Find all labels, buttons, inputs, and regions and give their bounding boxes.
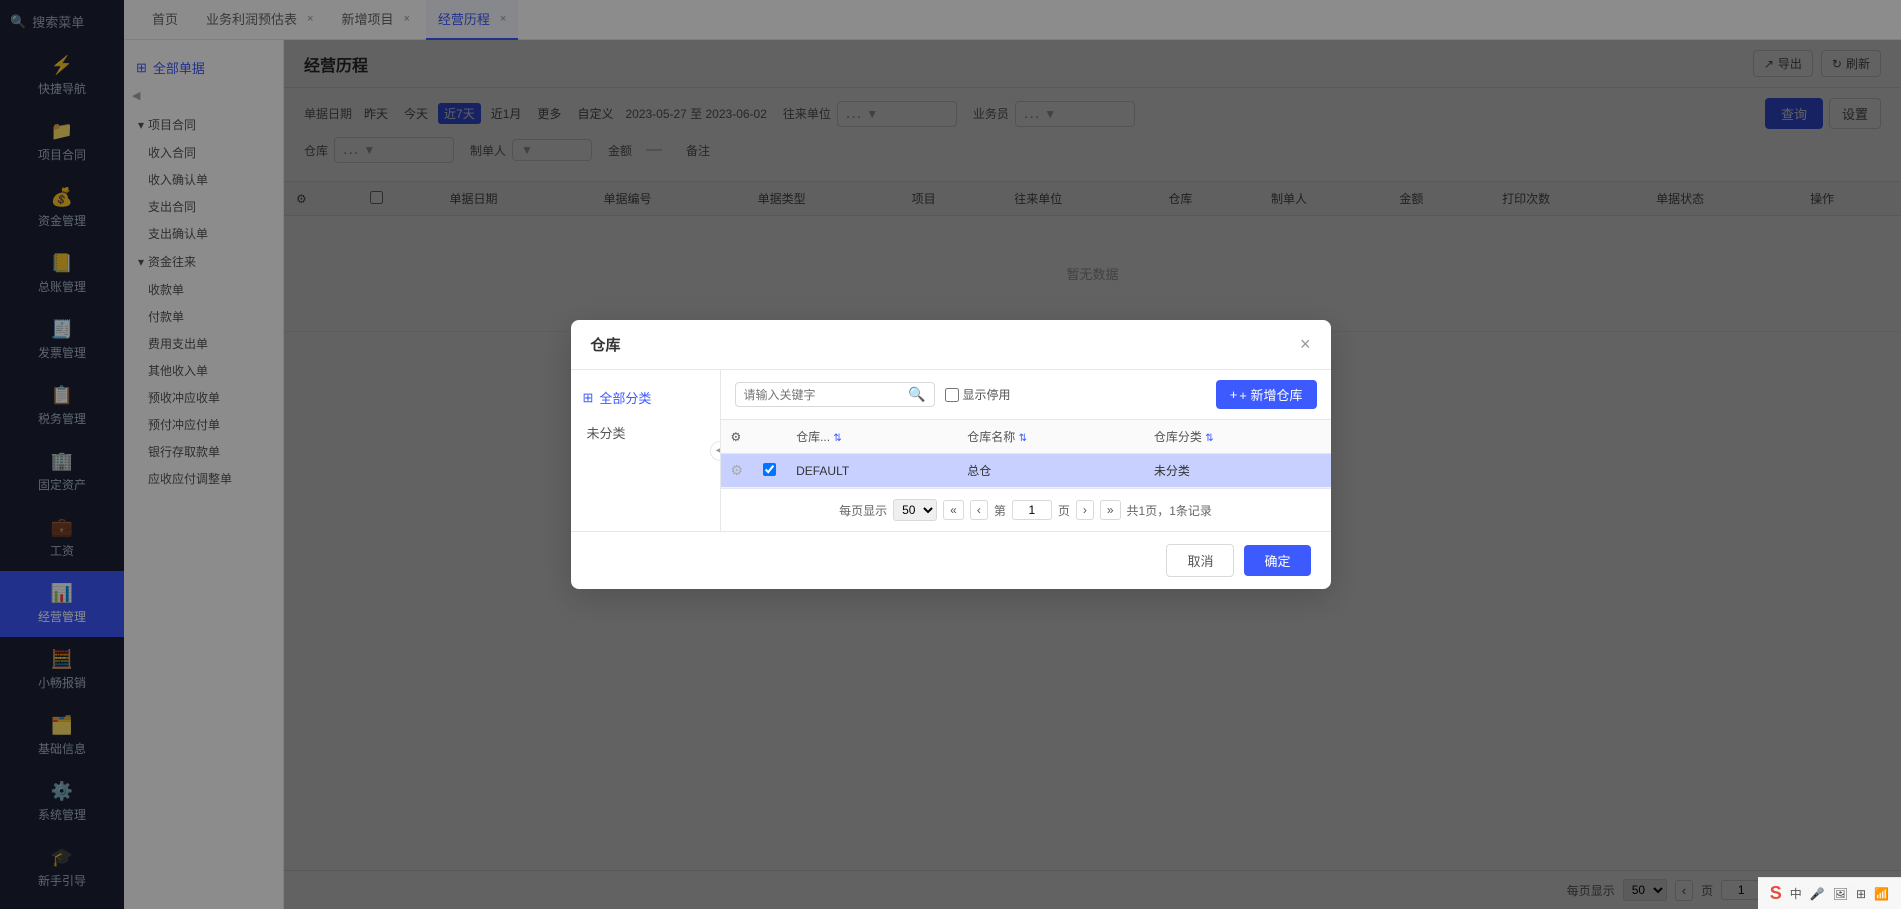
show-disabled-checkbox[interactable] <box>945 388 959 402</box>
taskbar: S 中 🎤 🖼 ⊞ 📶 <box>1758 877 1901 909</box>
modal-col-code: 仓库... ⇅ <box>786 420 957 454</box>
row-check-cell <box>753 454 786 488</box>
modal-col-category: 仓库分类 ⇅ <box>1144 420 1331 454</box>
modal-table-area: ⚙ 仓库... ⇅ 仓库名称 ⇅ <box>721 420 1331 488</box>
taskbar-wifi-icon: 📶 <box>1874 887 1889 901</box>
modal-page-input[interactable] <box>1012 500 1052 520</box>
taskbar-mic-icon[interactable]: 🎤 <box>1810 887 1825 901</box>
modal-page-size-select[interactable]: 50 <box>893 499 937 521</box>
modal-search-input[interactable] <box>744 388 903 402</box>
modal-prev-page-btn[interactable]: ‹ <box>970 500 988 520</box>
modal-header: 仓库 × <box>571 320 1331 370</box>
row-name-cell: 总仓 <box>957 454 1144 488</box>
modal-footer: 取消 确定 <box>571 531 1331 589</box>
row-gear-cell: ⚙ <box>721 454 754 488</box>
table-row[interactable]: ⚙ DEFAULT 总仓 未分类 <box>721 454 1331 488</box>
modal-next-page-btn[interactable]: › <box>1076 500 1094 520</box>
taskbar-img-icon[interactable]: 🖼 <box>1833 887 1848 901</box>
all-categories-item[interactable]: ⊞ 全部分类 <box>571 380 720 415</box>
modal-pagination: 每页显示 50 « ‹ 第 页 › » 共1页，1条记录 <box>721 488 1331 531</box>
add-icon: + <box>1230 387 1238 402</box>
modal-search-box[interactable]: 🔍 <box>735 382 935 407</box>
add-warehouse-button[interactable]: + + 新增仓库 <box>1216 380 1317 409</box>
modal-col-check <box>753 420 786 454</box>
modal-title: 仓库 <box>591 334 621 355</box>
row-category-cell: 未分类 <box>1144 454 1331 488</box>
collapse-left-icon: ◀ <box>716 445 721 456</box>
modal-search-icon: 🔍 <box>908 386 925 403</box>
modal-body: ⊞ 全部分类 未分类 ◀ 🔍 <box>571 370 1331 531</box>
sort-name-icon: ⇅ <box>1019 433 1027 444</box>
collapse-left-panel-btn[interactable]: ◀ <box>710 441 721 461</box>
modal-left-panel: ⊞ 全部分类 未分类 ◀ <box>571 370 721 531</box>
modal-col-name: 仓库名称 ⇅ <box>957 420 1144 454</box>
modal-col-gear: ⚙ <box>721 420 754 454</box>
row-code-cell: DEFAULT <box>786 454 957 488</box>
modal-close-button[interactable]: × <box>1300 334 1311 355</box>
sort-category-icon: ⇅ <box>1205 433 1213 444</box>
taskbar-logo: S <box>1770 883 1782 904</box>
modal-toolbar: 🔍 显示停用 + + 新增仓库 <box>721 370 1331 420</box>
uncategorized-item[interactable]: 未分类 <box>571 415 720 450</box>
cancel-button[interactable]: 取消 <box>1166 544 1234 577</box>
row-checkbox[interactable] <box>763 463 776 476</box>
modal-first-page-btn[interactable]: « <box>943 500 964 520</box>
modal-overlay: 仓库 × ⊞ 全部分类 未分类 ◀ <box>0 0 1901 909</box>
row-settings-icon[interactable]: ⚙ <box>731 462 744 478</box>
modal-table: ⚙ 仓库... ⇅ 仓库名称 ⇅ <box>721 420 1331 488</box>
warehouse-modal: 仓库 × ⊞ 全部分类 未分类 ◀ <box>571 320 1331 589</box>
sort-code-icon: ⇅ <box>833 433 841 444</box>
taskbar-grid-icon[interactable]: ⊞ <box>1856 887 1866 901</box>
grid-icon-modal: ⊞ <box>583 390 594 406</box>
taskbar-label: 中 <box>1790 885 1802 902</box>
show-disabled-container: 显示停用 <box>945 386 1011 403</box>
confirm-button[interactable]: 确定 <box>1244 545 1310 576</box>
modal-right-panel: 🔍 显示停用 + + 新增仓库 <box>721 370 1331 531</box>
modal-last-page-btn[interactable]: » <box>1100 500 1121 520</box>
